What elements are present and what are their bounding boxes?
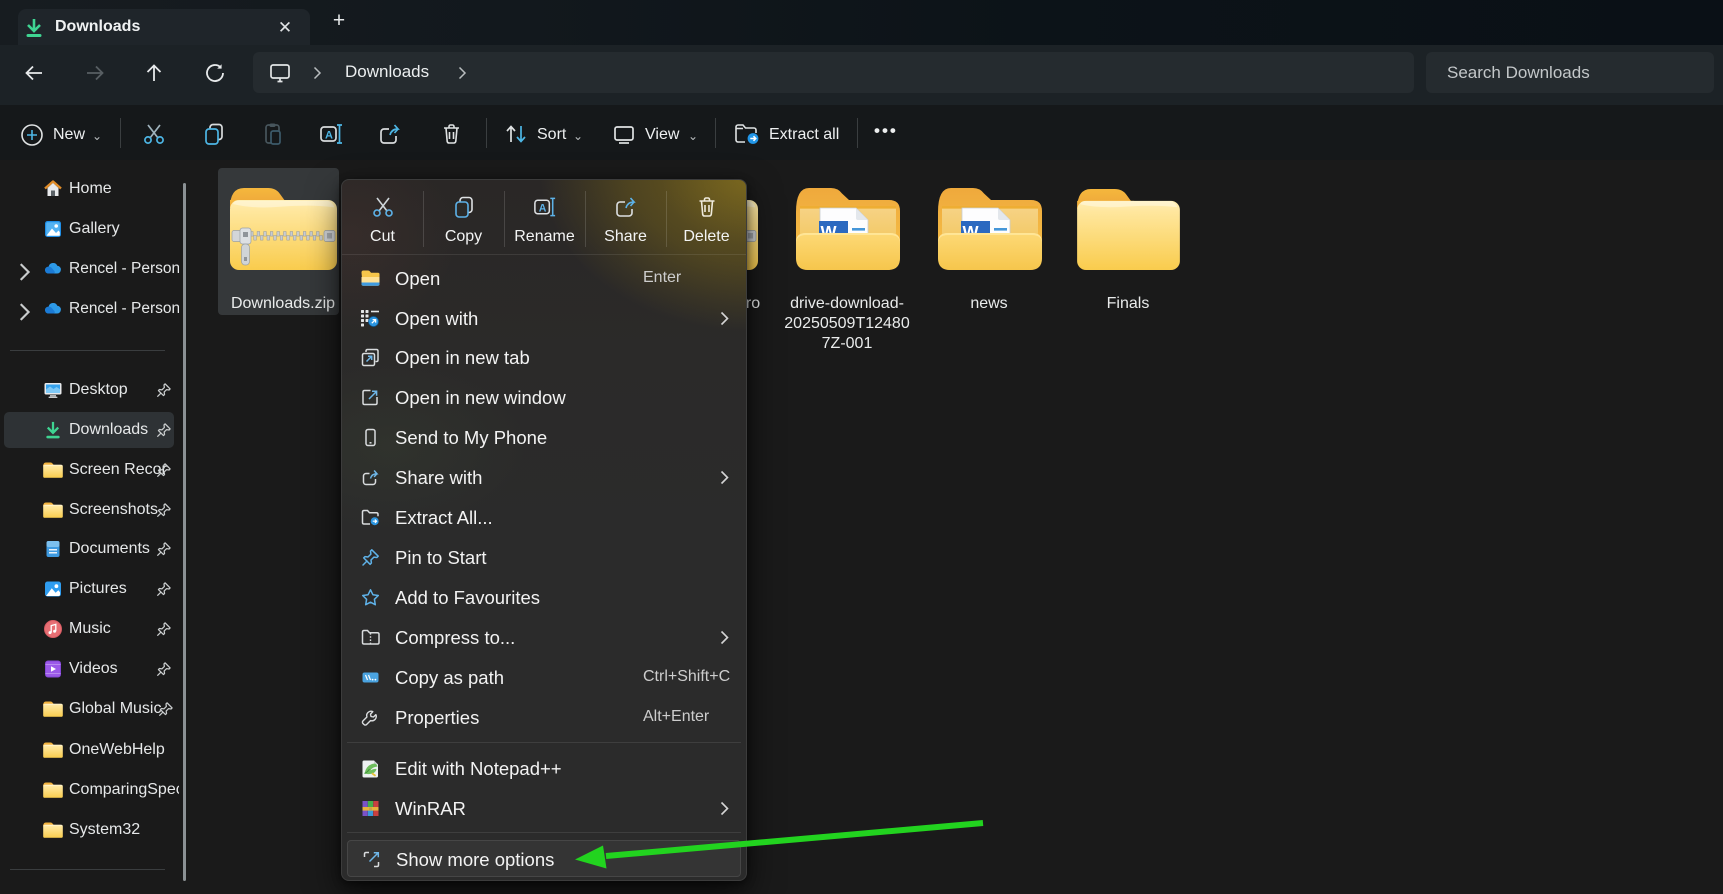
svg-text:A: A [538, 202, 546, 214]
svg-text:A: A [325, 130, 333, 142]
